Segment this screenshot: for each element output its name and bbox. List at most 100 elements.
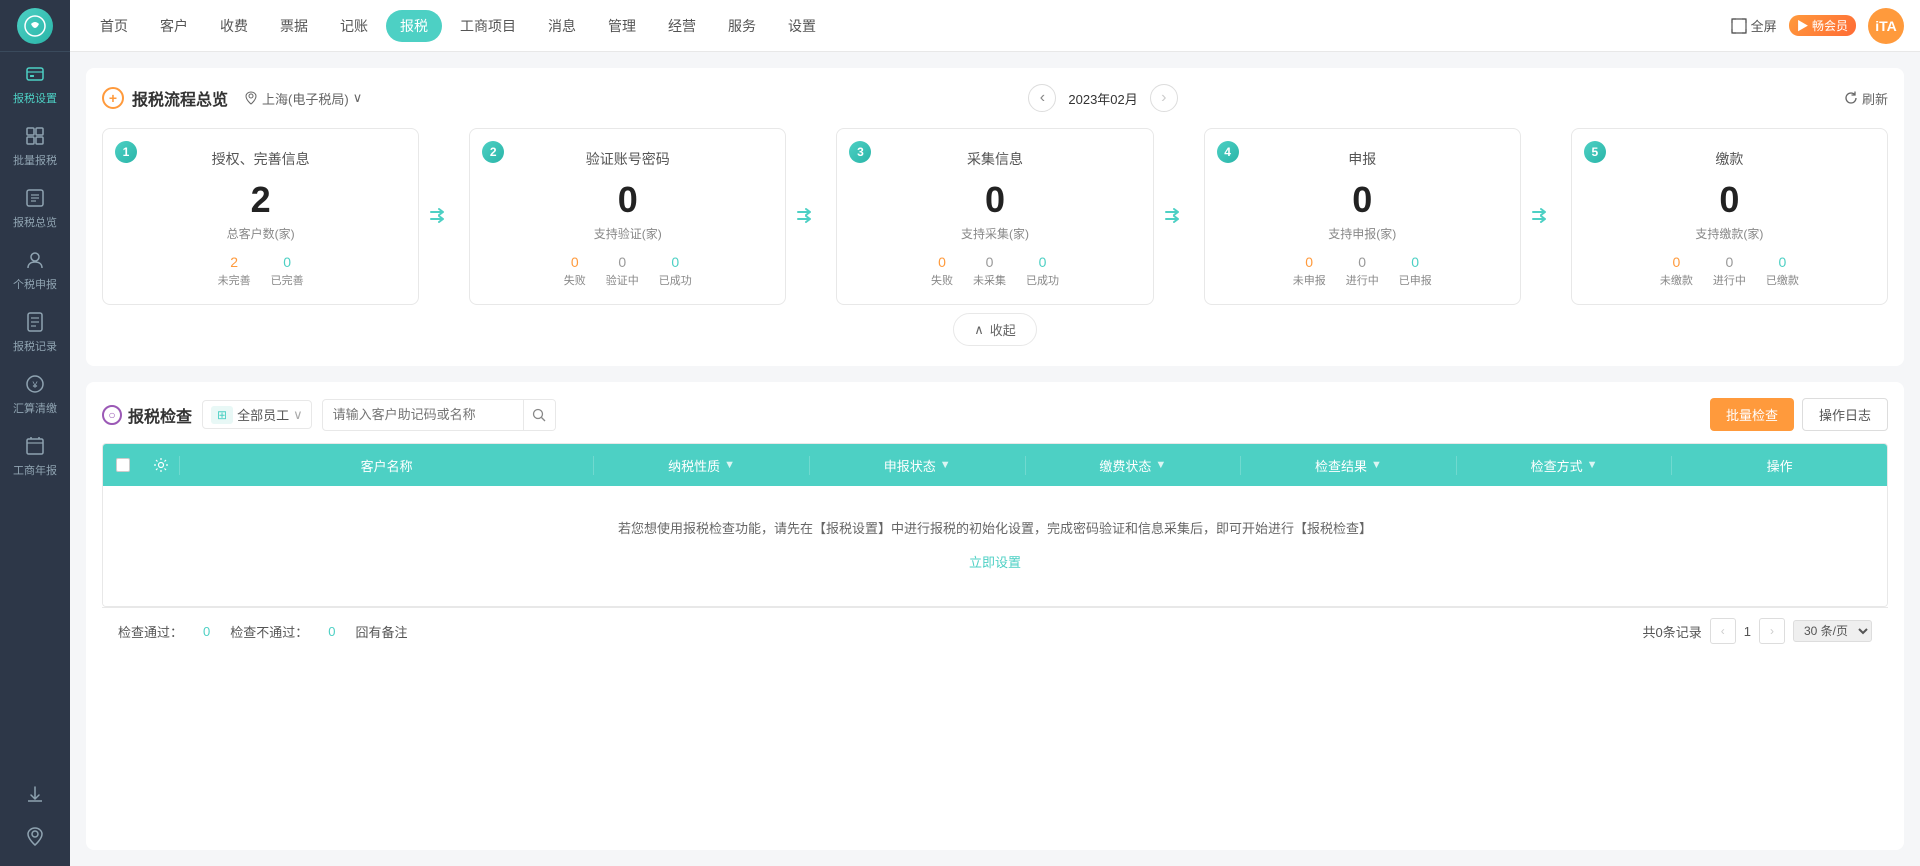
location-text: 上海(电子税局) <box>262 89 349 108</box>
staff-filter[interactable]: ⊞ 全部员工 ∨ <box>202 400 312 429</box>
fail-count[interactable]: 0 <box>328 624 335 639</box>
filter-tag: ⊞ <box>211 406 233 424</box>
stat-item: 2 未完善 <box>218 254 251 288</box>
sidebar-item-tax-overview[interactable]: 报税总览 <box>0 176 70 238</box>
nav-item-bookkeeping[interactable]: 记账 <box>326 10 382 42</box>
step-title-3: 采集信息 <box>853 149 1136 169</box>
stat-label: 进行中 <box>1713 272 1746 288</box>
process-header: + 报税流程总览 上海(电子税局) ∨ ‹ 2023年02月 <box>102 84 1888 112</box>
sidebar-item-annual-report[interactable]: 工商年报 <box>0 424 70 486</box>
app-logo[interactable] <box>0 0 70 52</box>
batch-check-btn[interactable]: 批量检查 <box>1710 398 1794 431</box>
nav-item-service[interactable]: 服务 <box>714 10 770 42</box>
collapse-label: 收起 <box>990 320 1016 339</box>
search-btn[interactable] <box>523 400 555 430</box>
th-payment-status: 缴费状态 ▼ <box>1025 456 1241 475</box>
th-check-result-label: 检查结果 <box>1315 456 1367 475</box>
stat-item: 0 已成功 <box>1026 254 1059 288</box>
next-month-btn[interactable]: › <box>1150 84 1178 112</box>
prev-month-btn[interactable]: ‹ <box>1028 84 1056 112</box>
fullscreen-label: 全屏 <box>1751 16 1777 35</box>
search-input[interactable] <box>323 402 523 427</box>
setup-link[interactable]: 立即设置 <box>969 555 1021 570</box>
process-title-icon: + <box>102 87 124 109</box>
filter-icon-4[interactable]: ▼ <box>1371 459 1382 471</box>
gear-icon[interactable] <box>153 457 169 473</box>
sidebar-item-tax-settings[interactable]: 报税设置 <box>0 52 70 114</box>
per-page-select[interactable]: 30 条/页 <box>1793 620 1872 642</box>
sidebar-item-label: 报税设置 <box>13 90 57 106</box>
sidebar-item-settlement[interactable]: ¥ 汇算清缴 <box>0 362 70 424</box>
step-stats-5: 0 未缴款 0 进行中 0 已缴款 <box>1588 254 1871 288</box>
process-steps: 1 授权、完善信息 2 总客户数(家) 2 未完善 0 已完善 <box>102 128 1888 305</box>
step-subtitle-5: 支持缴款(家) <box>1588 225 1871 242</box>
filter-icon-5[interactable]: ▼ <box>1587 459 1598 471</box>
step-title-5: 缴款 <box>1588 149 1871 169</box>
nav-item-message[interactable]: 消息 <box>534 10 590 42</box>
settlement-icon: ¥ <box>23 372 47 396</box>
member-label: 畅会员 <box>1812 19 1848 33</box>
nav-item-client[interactable]: 客户 <box>146 10 202 42</box>
sidebar-item-personal-report[interactable]: 个税申报 <box>0 238 70 300</box>
pass-count[interactable]: 0 <box>203 624 210 639</box>
table-header: 客户名称 纳税性质 ▼ 申报状态 ▼ 缴费状态 ▼ 检查 <box>103 444 1887 486</box>
user-avatar[interactable]: iTA <box>1868 8 1904 44</box>
stat-value: 0 <box>1411 254 1419 270</box>
nav-item-operation[interactable]: 经营 <box>654 10 710 42</box>
stat-value: 0 <box>618 254 626 270</box>
current-month: 2023年02月 <box>1068 89 1137 108</box>
stat-label: 失败 <box>564 272 586 288</box>
sidebar-item-location[interactable] <box>0 814 70 856</box>
step-stats-3: 0 失败 0 未采集 0 已成功 <box>853 254 1136 288</box>
filter-icon-3[interactable]: ▼ <box>1155 459 1166 471</box>
nav-item-manage[interactable]: 管理 <box>594 10 650 42</box>
check-header: ○ 报税检查 ⊞ 全部员工 ∨ <box>102 398 1888 431</box>
sidebar-item-label: 批量报税 <box>13 152 57 168</box>
collapse-btn[interactable]: ∧ 收起 <box>953 313 1037 346</box>
step-subtitle-2: 支持验证(家) <box>486 225 769 242</box>
prev-page-btn[interactable]: ‹ <box>1710 618 1736 644</box>
tax-overview-icon <box>23 186 47 210</box>
nav-item-billing[interactable]: 收费 <box>206 10 262 42</box>
th-gear <box>143 457 179 473</box>
step-arrow-3 <box>1154 128 1204 305</box>
filter-icon-1[interactable]: ▼ <box>724 459 735 471</box>
nav-item-tax[interactable]: 报税 <box>386 10 442 42</box>
location-tag[interactable]: 上海(电子税局) ∨ <box>244 89 362 108</box>
process-title-text: 报税流程总览 <box>132 86 228 110</box>
nav-item-settings[interactable]: 设置 <box>774 10 830 42</box>
nav-item-business[interactable]: 工商项目 <box>446 10 530 42</box>
step-stats-4: 0 未申报 0 进行中 0 已申报 <box>1221 254 1504 288</box>
th-report-status-label: 申报状态 <box>884 456 936 475</box>
operation-log-btn[interactable]: 操作日志 <box>1802 398 1888 431</box>
step-count-4: 0 <box>1221 179 1504 221</box>
nav-item-home[interactable]: 首页 <box>86 10 142 42</box>
th-operation: 操作 <box>1671 456 1887 475</box>
sidebar-item-tax-record[interactable]: 报税记录 <box>0 300 70 362</box>
check-header-right: 批量检查 操作日志 <box>1710 398 1888 431</box>
th-report-status: 申报状态 ▼ <box>809 456 1025 475</box>
header-checkbox[interactable] <box>116 458 130 472</box>
refresh-btn[interactable]: 刷新 <box>1844 89 1888 108</box>
nav-item-invoice[interactable]: 票据 <box>266 10 322 42</box>
th-tax-nature: 纳税性质 ▼ <box>593 456 809 475</box>
check-title-text: 报税检查 <box>128 403 192 427</box>
sidebar-item-label: 个税申报 <box>13 276 57 292</box>
note-label: 囧有备注 <box>356 622 408 641</box>
member-badge[interactable]: ▶ 畅会员 <box>1789 15 1856 36</box>
th-client-name-label: 客户名称 <box>361 456 413 475</box>
nav-right: 全屏 ▶ 畅会员 iTA <box>1731 8 1904 44</box>
step-count-1: 2 <box>119 179 402 221</box>
sidebar-item-download[interactable] <box>0 772 70 814</box>
fullscreen-btn[interactable]: 全屏 <box>1731 16 1777 35</box>
stat-label: 已完善 <box>271 272 304 288</box>
stat-label: 未缴款 <box>1660 272 1693 288</box>
filter-icon-2[interactable]: ▼ <box>940 459 951 471</box>
empty-message: 若您想使用报税检查功能，请先在【报税设置】中进行报税的初始化设置，完成密码验证和… <box>618 516 1372 542</box>
th-check-method: 检查方式 ▼ <box>1456 456 1672 475</box>
next-page-btn[interactable]: › <box>1759 618 1785 644</box>
sidebar-item-batch-tax[interactable]: 批量报税 <box>0 114 70 176</box>
stat-value: 0 <box>938 254 946 270</box>
step-arrow-4 <box>1521 128 1571 305</box>
refresh-icon <box>1844 91 1858 105</box>
